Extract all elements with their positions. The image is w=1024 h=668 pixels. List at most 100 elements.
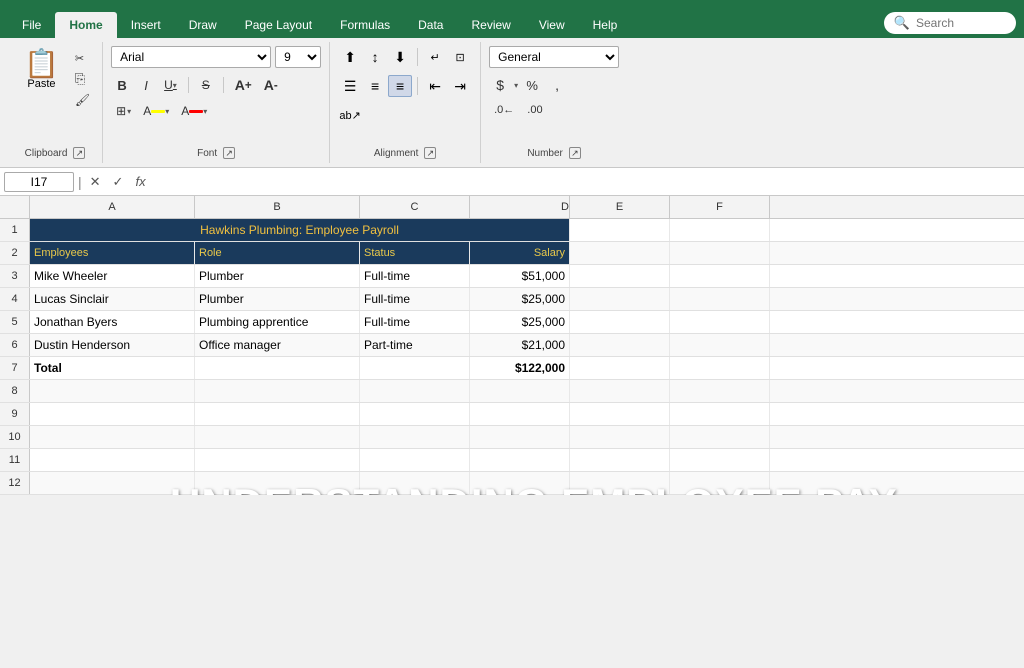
fill-color-button[interactable]: A ▾ [138,102,174,120]
font-expand-icon[interactable]: ↗ [223,147,235,159]
tab-draw[interactable]: Draw [175,12,231,38]
cell-b7[interactable] [195,357,360,379]
cell-d12[interactable] [470,472,570,494]
tab-formulas[interactable]: Formulas [326,12,404,38]
cell-b10[interactable] [195,426,360,448]
cell-d5[interactable]: $25,000 [470,311,570,333]
cell-f1[interactable] [670,219,770,241]
bold-button[interactable]: B [111,76,133,95]
cell-d3[interactable]: $51,000 [470,265,570,287]
cell-f4[interactable] [670,288,770,310]
align-middle-button[interactable]: ↕ [363,46,387,68]
cell-c8[interactable] [360,380,470,402]
cell-d8[interactable] [470,380,570,402]
cell-c9[interactable] [360,403,470,425]
alignment-expand-icon[interactable]: ↗ [424,147,436,159]
cell-e2[interactable] [570,242,670,264]
cell-d9[interactable] [470,403,570,425]
increase-indent-button[interactable]: ⇥ [448,75,472,97]
cell-f12[interactable] [670,472,770,494]
tab-help[interactable]: Help [579,12,632,38]
cell-f11[interactable] [670,449,770,471]
cell-f5[interactable] [670,311,770,333]
title-cell[interactable]: Hawkins Plumbing: Employee Payroll [30,219,570,241]
search-box[interactable]: 🔍 [884,12,1016,34]
currency-button[interactable]: $ [489,75,511,95]
number-format-select[interactable]: General [489,46,619,68]
cell-b8[interactable] [195,380,360,402]
cell-c5[interactable]: Full-time [360,311,470,333]
paste-button[interactable]: 📋 Paste [16,46,67,94]
align-top-button[interactable]: ⬆ [338,46,362,68]
font-name-select[interactable]: Arial [111,46,271,68]
col-header-d[interactable]: D [470,196,570,218]
cell-a12[interactable] [30,472,195,494]
cell-a3[interactable]: Mike Wheeler [30,265,195,287]
col-header-b[interactable]: B [195,196,360,218]
cell-e3[interactable] [570,265,670,287]
tab-insert[interactable]: Insert [117,12,175,38]
cell-c12[interactable] [360,472,470,494]
increase-decimal-button[interactable]: .00 [522,102,547,118]
cell-f9[interactable] [670,403,770,425]
cell-a11[interactable] [30,449,195,471]
cell-a4[interactable]: Lucas Sinclair [30,288,195,310]
font-size-select[interactable]: 9 [275,46,321,68]
decrease-indent-button[interactable]: ⇤ [423,75,447,97]
align-right-button[interactable]: ≡ [388,75,412,97]
borders-button[interactable]: ⊞▾ [111,102,136,120]
cell-c6[interactable]: Part-time [360,334,470,356]
decrease-decimal-button[interactable]: .0← [489,102,519,118]
cell-b12[interactable] [195,472,360,494]
confirm-formula-button[interactable]: ✓ [109,174,128,190]
header-cell-a2[interactable]: Employees [30,242,195,264]
cell-d4[interactable]: $25,000 [470,288,570,310]
cell-a5[interactable]: Jonathan Byers [30,311,195,333]
font-size-increase-button[interactable]: A+ [230,75,257,95]
cell-e6[interactable] [570,334,670,356]
cell-a7[interactable]: Total [30,357,195,379]
underline-button[interactable]: U ▾ [159,76,182,94]
cell-f3[interactable] [670,265,770,287]
cell-reference-input[interactable] [4,172,74,192]
comma-button[interactable]: , [546,75,568,95]
cell-a8[interactable] [30,380,195,402]
orientation-button[interactable]: ab↗ [338,104,362,126]
cell-c3[interactable]: Full-time [360,265,470,287]
font-color-button[interactable]: A ▾ [176,102,212,120]
cut-button[interactable]: ✂ [71,50,94,67]
cell-f7[interactable] [670,357,770,379]
cell-e5[interactable] [570,311,670,333]
cell-b5[interactable]: Plumbing apprentice [195,311,360,333]
format-painter-button[interactable]: 🖌 [71,91,94,109]
header-cell-c2[interactable]: Status [360,242,470,264]
percent-button[interactable]: % [521,76,543,95]
col-header-a[interactable]: A [30,196,195,218]
number-expand-icon[interactable]: ↗ [569,147,581,159]
italic-button[interactable]: I [135,76,157,95]
cell-c10[interactable] [360,426,470,448]
cell-c11[interactable] [360,449,470,471]
copy-button[interactable]: ⎘ [71,69,94,89]
cell-b6[interactable]: Office manager [195,334,360,356]
tab-file[interactable]: File [8,12,55,38]
cell-b11[interactable] [195,449,360,471]
col-header-c[interactable]: C [360,196,470,218]
cell-e8[interactable] [570,380,670,402]
align-center-button[interactable]: ≡ [363,75,387,97]
wrap-text-button[interactable]: ↵ [423,46,447,68]
cell-d11[interactable] [470,449,570,471]
cell-a10[interactable] [30,426,195,448]
tab-view[interactable]: View [525,12,579,38]
merge-center-button[interactable]: ⊡ [448,46,472,68]
tab-review[interactable]: Review [457,12,524,38]
cell-b3[interactable]: Plumber [195,265,360,287]
cell-b9[interactable] [195,403,360,425]
cell-f8[interactable] [670,380,770,402]
cell-a9[interactable] [30,403,195,425]
cell-a6[interactable]: Dustin Henderson [30,334,195,356]
cell-d7[interactable]: $122,000 [470,357,570,379]
cell-c4[interactable]: Full-time [360,288,470,310]
cell-e10[interactable] [570,426,670,448]
cell-e9[interactable] [570,403,670,425]
